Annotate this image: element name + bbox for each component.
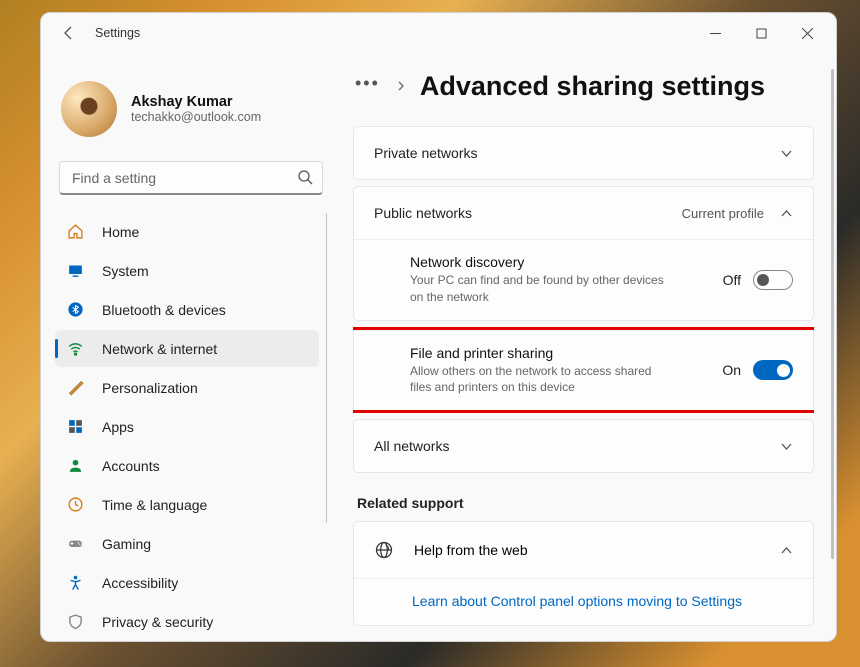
nav-label: Apps (102, 419, 134, 435)
chevron-down-icon (780, 147, 793, 160)
toggle-file-printer-sharing[interactable] (753, 360, 793, 380)
clock-icon (67, 496, 84, 513)
person-icon (67, 457, 84, 474)
maximize-button[interactable] (738, 13, 784, 53)
nav-item-network[interactable]: Network & internet (55, 330, 319, 367)
window-title: Settings (95, 26, 140, 40)
nav-list: Home System Bluetooth & devices Network … (55, 213, 319, 640)
setting-title: Network discovery (410, 254, 705, 270)
main-scrollbar[interactable] (831, 69, 834, 559)
card-all-networks[interactable]: All networks (353, 419, 814, 473)
chevron-down-icon (780, 440, 793, 453)
minimize-button[interactable] (692, 13, 738, 53)
search-input[interactable] (59, 161, 323, 195)
nav-item-accessibility[interactable]: Accessibility (55, 564, 319, 601)
card-public-header[interactable]: Public networks Current profile (354, 187, 813, 239)
accessibility-icon (67, 574, 84, 591)
chevron-up-icon (780, 544, 793, 557)
nav-label: System (102, 263, 149, 279)
wifi-icon (67, 340, 84, 357)
search-icon (297, 169, 313, 185)
apps-icon (67, 418, 84, 435)
nav-label: Privacy & security (102, 614, 213, 630)
titlebar: Settings (41, 13, 836, 53)
brush-icon (67, 379, 84, 396)
section-related-label: Related support (357, 495, 814, 511)
nav-label: Home (102, 224, 139, 240)
main-panel: ••• Advanced sharing settings Private ne… (341, 53, 836, 641)
setting-desc: Allow others on the network to access sh… (410, 361, 670, 397)
nav-label: Time & language (102, 497, 207, 513)
card-public-networks: Public networks Current profile Network … (353, 186, 814, 321)
nav-item-accounts[interactable]: Accounts (55, 447, 319, 484)
sidebar: Akshay Kumar techakko@outlook.com Home (41, 53, 341, 641)
card-help: Help from the web Learn about Control pa… (353, 521, 814, 626)
close-button[interactable] (784, 13, 830, 53)
bluetooth-icon (67, 301, 84, 318)
help-link-row: Learn about Control panel options moving… (354, 578, 813, 625)
toggle-network-discovery[interactable] (753, 270, 793, 290)
card-title: Public networks (374, 205, 472, 221)
shield-icon (67, 613, 84, 630)
nav-label: Bluetooth & devices (102, 302, 226, 318)
highlight-file-printer-sharing: File and printer sharing Allow others on… (353, 327, 814, 414)
current-profile-badge: Current profile (682, 206, 764, 221)
link-control-panel[interactable]: Learn about Control panel options moving… (412, 593, 742, 609)
row-file-printer-sharing: File and printer sharing Allow others on… (353, 330, 814, 411)
back-button[interactable] (61, 25, 77, 41)
setting-title: File and printer sharing (410, 345, 704, 361)
nav-label: Personalization (102, 380, 198, 396)
page-title: Advanced sharing settings (420, 71, 765, 102)
help-title: Help from the web (414, 542, 760, 558)
gamepad-icon (67, 535, 84, 552)
nav-item-bluetooth[interactable]: Bluetooth & devices (55, 291, 319, 328)
card-title: Private networks (374, 145, 477, 161)
profile-block[interactable]: Akshay Kumar techakko@outlook.com (55, 63, 327, 161)
system-icon (67, 262, 84, 279)
breadcrumb: ••• Advanced sharing settings (353, 71, 814, 102)
breadcrumb-ellipsis[interactable]: ••• (353, 73, 382, 100)
nav-item-apps[interactable]: Apps (55, 408, 319, 445)
chevron-right-icon (396, 78, 406, 96)
help-header[interactable]: Help from the web (354, 522, 813, 578)
card-private-networks[interactable]: Private networks (353, 126, 814, 180)
nav-label: Network & internet (102, 341, 217, 357)
nav-item-system[interactable]: System (55, 252, 319, 289)
setting-desc: Your PC can find and be found by other d… (410, 270, 670, 306)
nav-label: Accessibility (102, 575, 178, 591)
settings-window: Settings Akshay Kumar techakko@outlook.c… (40, 12, 837, 642)
nav-item-home[interactable]: Home (55, 213, 319, 250)
nav-item-personalization[interactable]: Personalization (55, 369, 319, 406)
avatar (61, 81, 117, 137)
row-network-discovery: Network discovery Your PC can find and b… (354, 239, 813, 320)
nav-item-time[interactable]: Time & language (55, 486, 319, 523)
chevron-up-icon (780, 207, 793, 220)
nav-label: Gaming (102, 536, 151, 552)
profile-name: Akshay Kumar (131, 94, 261, 110)
search-box (59, 161, 323, 195)
profile-email: techakko@outlook.com (131, 110, 261, 124)
card-title: All networks (374, 438, 449, 454)
toggle-state-label: Off (723, 272, 741, 288)
nav-item-gaming[interactable]: Gaming (55, 525, 319, 562)
globe-icon (374, 540, 394, 560)
home-icon (67, 223, 84, 240)
nav-item-privacy[interactable]: Privacy & security (55, 603, 319, 640)
toggle-state-label: On (722, 362, 741, 378)
nav-label: Accounts (102, 458, 160, 474)
sidebar-scrollbar[interactable] (326, 213, 327, 523)
